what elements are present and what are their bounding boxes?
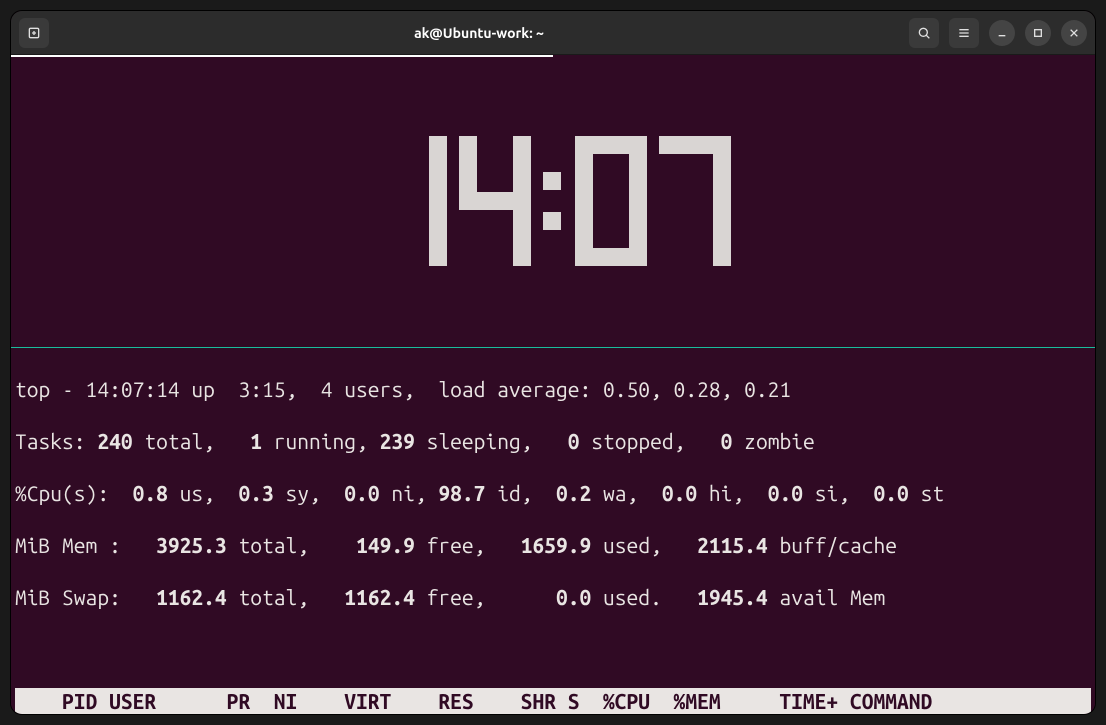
process-header: PID USER PR NI VIRT RES SHR S %CPU %MEM … [15, 688, 1091, 714]
terminal-content[interactable]: top - 14:07:14 up 3:15, 4 users, load av… [11, 55, 1095, 714]
clock-digit-7 [659, 136, 731, 266]
titlebar: ak@Ubuntu-work: ~ [11, 11, 1095, 55]
tty-clock [375, 136, 731, 266]
top-tasks-line: Tasks: 240 total, 1 running, 239 sleepin… [15, 428, 1091, 454]
top-cpu-line: %Cpu(s): 0.8 us, 0.3 sy, 0.0 ni, 98.7 id… [15, 480, 1091, 506]
search-button[interactable] [909, 18, 939, 48]
tmux-pane-clock[interactable] [11, 55, 1095, 348]
clock-digit-4 [459, 136, 531, 266]
menu-button[interactable] [949, 18, 979, 48]
top-uptime-line: top - 14:07:14 up 3:15, 4 users, load av… [15, 376, 1091, 402]
blank-line [15, 636, 1091, 662]
window-title: ak@Ubuntu-work: ~ [414, 25, 544, 41]
clock-digit-1 [375, 136, 447, 266]
maximize-button[interactable] [1025, 20, 1051, 46]
top-swap-line: MiB Swap: 1162.4 total, 1162.4 free, 0.0… [15, 584, 1091, 610]
top-mem-line: MiB Mem : 3925.3 total, 149.9 free, 1659… [15, 532, 1091, 558]
tmux-pane-top[interactable]: top - 14:07:14 up 3:15, 4 users, load av… [11, 348, 1095, 714]
clock-colon [543, 136, 563, 266]
minimize-button[interactable] [989, 20, 1015, 46]
new-tab-button[interactable] [19, 18, 49, 48]
active-pane-indicator [11, 55, 553, 57]
clock-digit-0 [575, 136, 647, 266]
terminal-window: ak@Ubuntu-work: ~ [10, 10, 1096, 715]
close-button[interactable] [1061, 20, 1087, 46]
